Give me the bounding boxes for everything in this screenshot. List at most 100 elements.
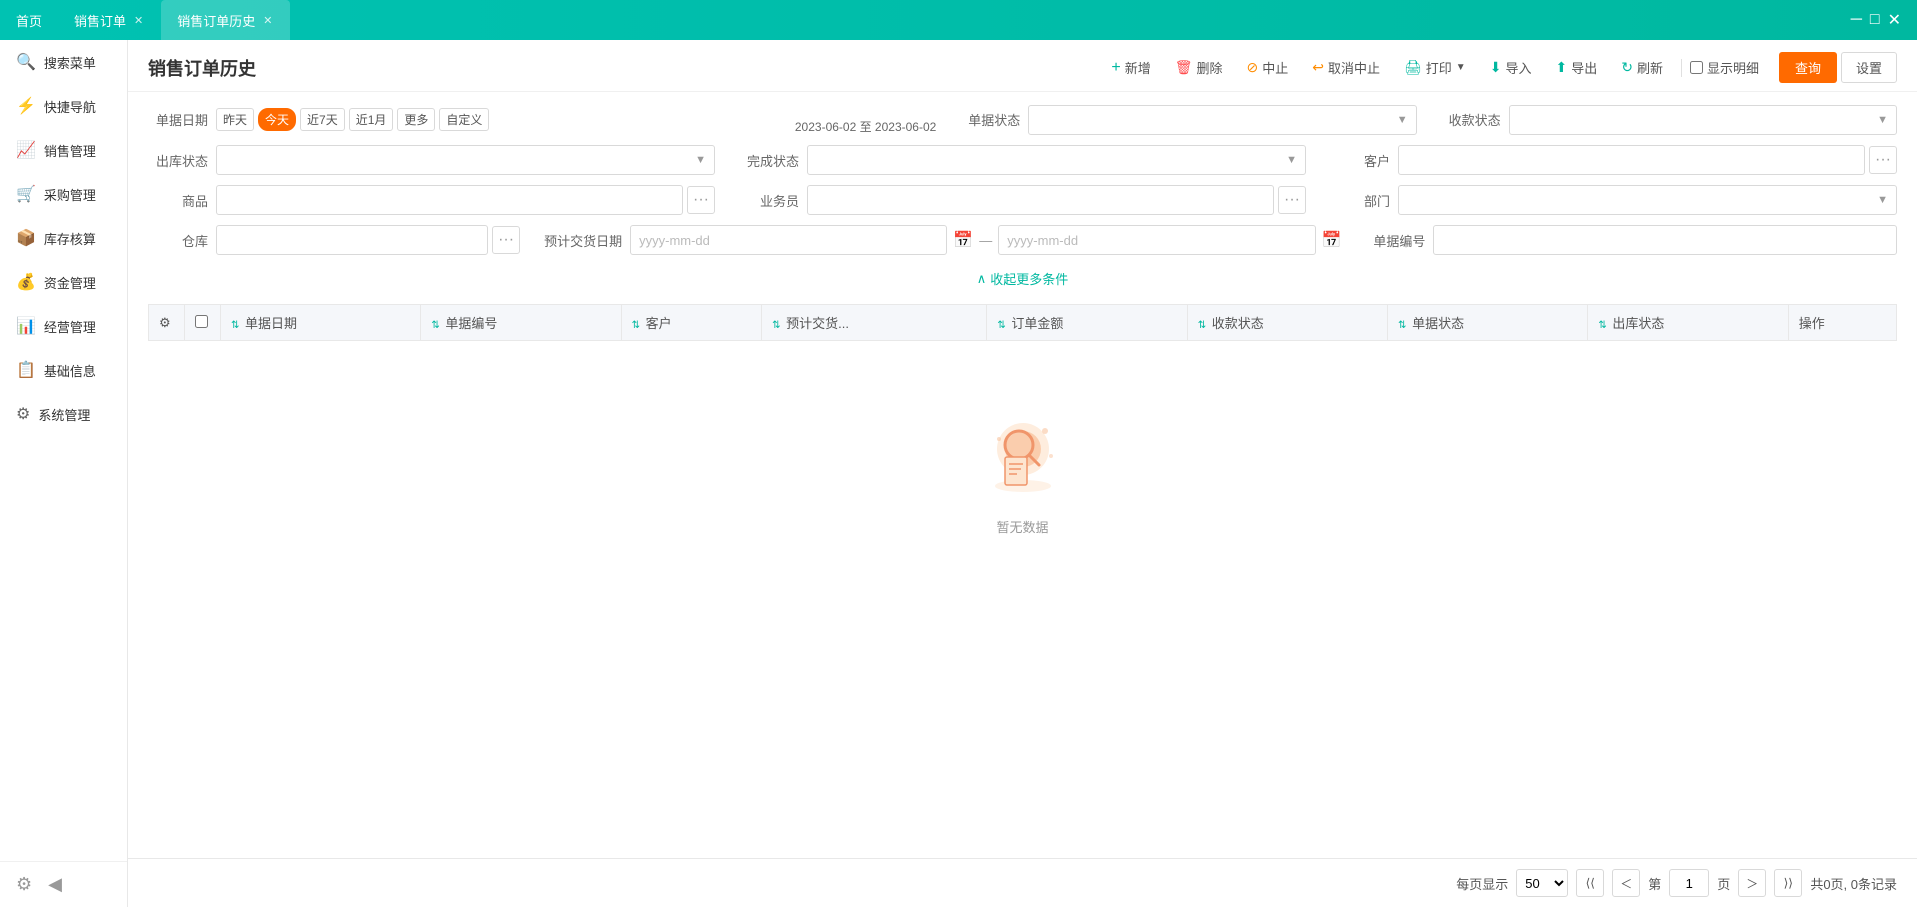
filter-order-number: 单据编号 bbox=[1365, 225, 1897, 255]
order-status-select[interactable]: ▼ bbox=[1028, 105, 1416, 135]
empty-state-row: 暂无数据 bbox=[149, 341, 1897, 577]
display-detail-checkbox[interactable]: 显示明细 bbox=[1690, 58, 1759, 77]
table-settings-icon[interactable]: ⚙ bbox=[159, 315, 171, 330]
sidebar-item-operation[interactable]: 📊 经营管理 bbox=[0, 304, 127, 348]
page-label: 第 bbox=[1648, 874, 1661, 893]
page-header: 销售订单历史 + 新增 🗑 删除 ⊘ 中止 ↩ 取消中止 bbox=[128, 40, 1917, 92]
warehouse-ellipsis-btn[interactable]: ··· bbox=[492, 226, 520, 254]
close-sales-order-history-tab[interactable]: ✕ bbox=[261, 12, 274, 29]
sort-payment-status-icon: ⇅ bbox=[1198, 320, 1206, 331]
prev-page-icon: ＜ bbox=[1620, 875, 1632, 892]
filter-product: 商品 ··· bbox=[148, 185, 715, 215]
sidebar-item-inventory[interactable]: 📦 库存核算 bbox=[0, 216, 127, 260]
cancel-stop-icon: ↩ bbox=[1312, 59, 1324, 76]
sales-mgmt-icon: 📈 bbox=[16, 140, 36, 160]
sidebar-item-basic-info[interactable]: 📋 基础信息 bbox=[0, 348, 127, 392]
date-yesterday[interactable]: 昨天 bbox=[216, 108, 254, 131]
collapse-more[interactable]: ∧ 收起更多条件 bbox=[148, 265, 1897, 292]
date-to-input[interactable] bbox=[998, 225, 1315, 255]
sidebar-item-purchase-mgmt[interactable]: 🛒 采购管理 bbox=[0, 172, 127, 216]
empty-state-cell: 暂无数据 bbox=[149, 341, 1897, 577]
th-delivery-status[interactable]: ⇅ 出库状态 bbox=[1588, 305, 1788, 341]
stop-button[interactable]: ⊘ 中止 bbox=[1237, 53, 1299, 82]
customer-control: ··· bbox=[1398, 145, 1897, 175]
th-number[interactable]: ⇅ 单据编号 bbox=[421, 305, 621, 341]
tab-home[interactable]: 首页 bbox=[0, 0, 58, 40]
sidebar-item-sales-mgmt[interactable]: 📈 销售管理 bbox=[0, 128, 127, 172]
stop-icon: ⊘ bbox=[1247, 59, 1259, 76]
inventory-icon: 📦 bbox=[16, 228, 36, 248]
payment-status-select[interactable]: ▼ bbox=[1509, 105, 1897, 135]
date-7days[interactable]: 近7天 bbox=[300, 108, 345, 131]
sidebar-item-operation-label: 经营管理 bbox=[44, 317, 96, 336]
sidebar-settings-icon[interactable]: ⚙ bbox=[16, 874, 32, 895]
toolbar-divider bbox=[1681, 59, 1682, 77]
refresh-label: 刷新 bbox=[1637, 58, 1663, 77]
expected-delivery-control: 📅 — 📅 bbox=[630, 225, 1341, 255]
close-sales-order-tab[interactable]: ✕ bbox=[132, 12, 145, 29]
th-amount[interactable]: ⇅ 订单金额 bbox=[987, 305, 1187, 341]
date-1month[interactable]: 近1月 bbox=[349, 108, 394, 131]
sidebar-item-search-menu[interactable]: 🔍 搜索菜单 bbox=[0, 40, 127, 84]
tab-sales-order-history[interactable]: 销售订单历史 ✕ bbox=[161, 0, 290, 40]
th-date[interactable]: ⇅ 单据日期 bbox=[221, 305, 421, 341]
cancel-stop-button[interactable]: ↩ 取消中止 bbox=[1302, 53, 1390, 82]
date-more[interactable]: 更多 bbox=[397, 108, 435, 131]
window-close-btn[interactable]: ✕ bbox=[1888, 10, 1901, 30]
th-order-status[interactable]: ⇅ 单据状态 bbox=[1388, 305, 1588, 341]
import-button[interactable]: ⬇ 导入 bbox=[1480, 53, 1542, 82]
th-settings[interactable]: ⚙ bbox=[149, 305, 185, 341]
cancel-stop-label: 取消中止 bbox=[1328, 58, 1380, 77]
delete-button[interactable]: 🗑 删除 bbox=[1165, 53, 1233, 82]
customer-input[interactable] bbox=[1398, 145, 1865, 175]
next-page-btn[interactable]: ＞ bbox=[1738, 869, 1766, 897]
order-number-input[interactable] bbox=[1433, 225, 1897, 255]
product-input[interactable] bbox=[216, 185, 683, 215]
page-number-input[interactable] bbox=[1669, 869, 1709, 897]
new-button[interactable]: + 新增 bbox=[1101, 53, 1160, 82]
department-label: 部门 bbox=[1330, 191, 1390, 210]
th-payment-status[interactable]: ⇅ 收款状态 bbox=[1187, 305, 1387, 341]
product-label: 商品 bbox=[148, 191, 208, 210]
department-select[interactable]: ▼ bbox=[1398, 185, 1897, 215]
th-amount-label: 订单金额 bbox=[1011, 316, 1063, 331]
first-page-btn[interactable]: ⟨⟨ bbox=[1576, 869, 1604, 897]
sidebar-item-quick-nav[interactable]: ⚡ 快捷导航 bbox=[0, 84, 127, 128]
calendar-from-icon[interactable]: 📅 bbox=[953, 230, 973, 250]
refresh-button[interactable]: ↻ 刷新 bbox=[1611, 53, 1673, 82]
sidebar-item-finance[interactable]: 💰 资金管理 bbox=[0, 260, 127, 304]
filter-date: 单据日期 昨天 今天 近7天 近1月 更多 自定义 bbox=[148, 108, 787, 131]
th-checkbox[interactable] bbox=[185, 305, 221, 341]
minimize-btn[interactable]: ─ bbox=[1851, 11, 1862, 29]
sidebar-item-system-mgmt[interactable]: ⚙ 系统管理 bbox=[0, 392, 127, 436]
calendar-to-icon[interactable]: 📅 bbox=[1322, 230, 1342, 250]
customer-ellipsis-btn[interactable]: ··· bbox=[1869, 146, 1897, 174]
sort-expected-delivery-icon: ⇅ bbox=[772, 320, 780, 331]
date-quick-buttons: 昨天 今天 近7天 近1月 更多 自定义 bbox=[216, 108, 489, 131]
warehouse-input[interactable] bbox=[216, 225, 488, 255]
sidebar-collapse-icon[interactable]: ◀ bbox=[48, 874, 62, 895]
display-detail-input[interactable] bbox=[1690, 61, 1703, 74]
product-ellipsis-btn[interactable]: ··· bbox=[687, 186, 715, 214]
tab-sales-order[interactable]: 销售订单 ✕ bbox=[58, 0, 161, 40]
setting-button[interactable]: 设置 bbox=[1841, 52, 1897, 83]
export-button[interactable]: ⬆ 导出 bbox=[1545, 53, 1607, 82]
query-button[interactable]: 查询 bbox=[1779, 52, 1837, 83]
date-today[interactable]: 今天 bbox=[258, 108, 296, 131]
select-all-checkbox[interactable] bbox=[195, 315, 208, 328]
refresh-icon: ↻ bbox=[1621, 59, 1633, 76]
delivery-status-select[interactable]: ▼ bbox=[216, 145, 715, 175]
last-page-btn[interactable]: ⟩⟩ bbox=[1774, 869, 1802, 897]
date-custom[interactable]: 自定义 bbox=[439, 108, 489, 131]
per-page-select[interactable]: 10 20 50 100 bbox=[1516, 869, 1568, 897]
th-expected-delivery[interactable]: ⇅ 预计交货... bbox=[762, 305, 987, 341]
salesperson-input[interactable] bbox=[807, 185, 1274, 215]
completion-status-select[interactable]: ▼ bbox=[807, 145, 1306, 175]
prev-page-btn[interactable]: ＜ bbox=[1612, 869, 1640, 897]
date-from-input[interactable] bbox=[630, 225, 947, 255]
content-area: 销售订单历史 + 新增 🗑 删除 ⊘ 中止 ↩ 取消中止 bbox=[128, 40, 1917, 907]
th-customer[interactable]: ⇅ 客户 bbox=[621, 305, 761, 341]
salesperson-ellipsis-btn[interactable]: ··· bbox=[1278, 186, 1306, 214]
print-button[interactable]: 🖨 打印 ▼ bbox=[1394, 53, 1476, 82]
maximize-btn[interactable]: □ bbox=[1870, 11, 1880, 29]
